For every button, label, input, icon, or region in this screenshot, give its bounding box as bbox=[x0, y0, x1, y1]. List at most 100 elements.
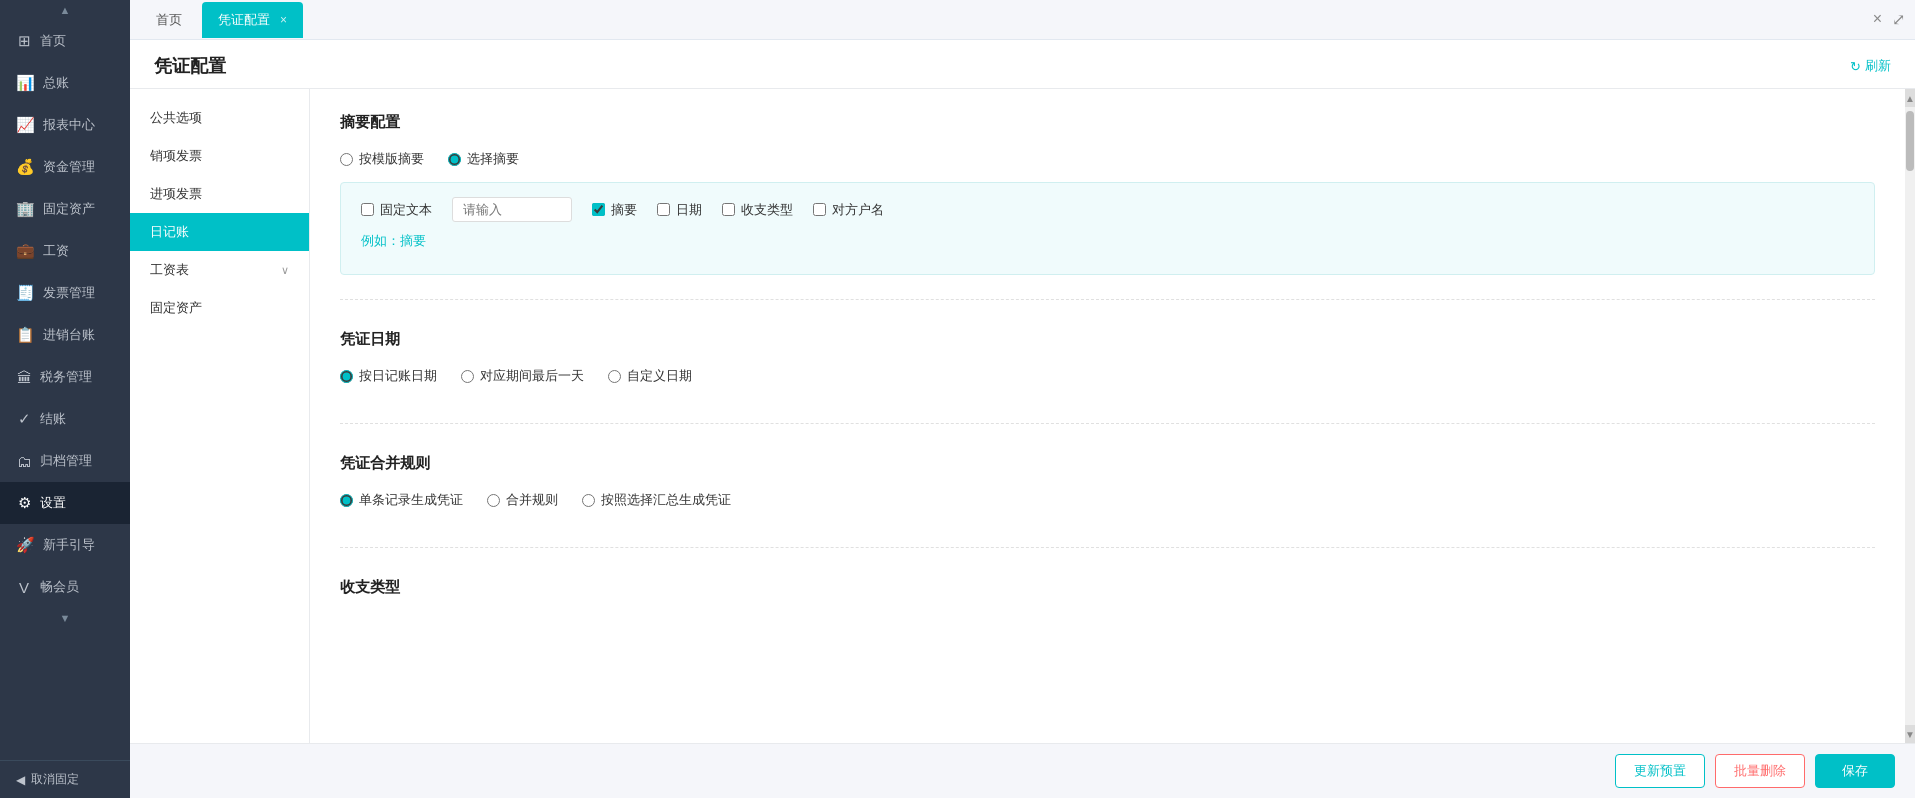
checkbox-date-input[interactable] bbox=[657, 203, 670, 216]
date-radio-custom[interactable]: 自定义日期 bbox=[608, 367, 692, 385]
sidebar-item-tax[interactable]: 🏛 税务管理 bbox=[0, 356, 130, 398]
section-income-expense: 收支类型 bbox=[340, 578, 1875, 639]
sidebar-item-purchase[interactable]: 📋 进销台账 bbox=[0, 314, 130, 356]
summary-radio-template-input[interactable] bbox=[340, 153, 353, 166]
sidebar-item-assets[interactable]: 🏢 固定资产 bbox=[0, 188, 130, 230]
merge-radio-single[interactable]: 单条记录生成凭证 bbox=[340, 491, 463, 509]
scroll-up-button[interactable]: ▲ bbox=[1905, 89, 1915, 107]
left-nav-journal-label: 日记账 bbox=[150, 223, 189, 241]
checkbox-fixed-text[interactable]: 固定文本 bbox=[361, 201, 432, 219]
purchase-icon: 📋 bbox=[16, 326, 35, 344]
sidebar-item-vip[interactable]: V 畅会员 bbox=[0, 566, 130, 608]
tab-voucher-config[interactable]: 凭证配置 × bbox=[202, 2, 303, 38]
date-radio-last-day[interactable]: 对应期间最后一天 bbox=[461, 367, 584, 385]
left-nav-purchase-invoice[interactable]: 进项发票 bbox=[130, 175, 309, 213]
merge-radio-merge-label: 合并规则 bbox=[506, 491, 558, 509]
tab-home-label: 首页 bbox=[156, 11, 182, 29]
sidebar-item-close-account[interactable]: ✓ 结账 bbox=[0, 398, 130, 440]
left-nav-journal[interactable]: 日记账 bbox=[130, 213, 309, 251]
date-radio-journal-label: 按日记账日期 bbox=[359, 367, 437, 385]
date-radio-last-day-input[interactable] bbox=[461, 370, 474, 383]
section-merge-title: 凭证合并规则 bbox=[340, 454, 1875, 473]
assets-icon: 🏢 bbox=[16, 200, 35, 218]
batch-delete-button[interactable]: 批量删除 bbox=[1715, 754, 1805, 788]
checkbox-counterpart-input[interactable] bbox=[813, 203, 826, 216]
archive-icon: 🗂 bbox=[16, 453, 32, 470]
sidebar-label-guide: 新手引导 bbox=[43, 536, 95, 554]
sidebar-item-payroll[interactable]: 💼 工资 bbox=[0, 230, 130, 272]
section-merge: 凭证合并规则 单条记录生成凭证 合并规则 按照选择汇总生成凭证 bbox=[340, 454, 1875, 548]
sidebar-item-reports[interactable]: 📈 报表中心 bbox=[0, 104, 130, 146]
merge-radio-merge-input[interactable] bbox=[487, 494, 500, 507]
merge-radio-summary-label: 按照选择汇总生成凭证 bbox=[601, 491, 731, 509]
sidebar-unpin-button[interactable]: ◀ 取消固定 bbox=[0, 760, 130, 798]
sidebar-label-close-account: 结账 bbox=[40, 410, 66, 428]
scroll-thumb[interactable] bbox=[1906, 111, 1914, 171]
summary-radio-group: 按模版摘要 选择摘要 bbox=[340, 150, 1875, 168]
sidebar-label-tax: 税务管理 bbox=[40, 368, 92, 386]
maximize-window-icon[interactable]: ⤢ bbox=[1892, 10, 1905, 29]
sidebar-item-ledger[interactable]: 📊 总账 bbox=[0, 62, 130, 104]
tab-close-icon[interactable]: × bbox=[280, 13, 287, 27]
sidebar-item-home[interactable]: ⊞ 首页 bbox=[0, 20, 130, 62]
update-preview-button[interactable]: 更新预置 bbox=[1615, 754, 1705, 788]
date-radio-journal[interactable]: 按日记账日期 bbox=[340, 367, 437, 385]
checkbox-summary[interactable]: 摘要 bbox=[592, 201, 637, 219]
sidebar-item-settings[interactable]: ⚙ 设置 bbox=[0, 482, 130, 524]
merge-radio-summary[interactable]: 按照选择汇总生成凭证 bbox=[582, 491, 731, 509]
summary-radio-select-label: 选择摘要 bbox=[467, 150, 519, 168]
example-value: 摘要 bbox=[400, 233, 426, 248]
checkbox-summary-input[interactable] bbox=[592, 203, 605, 216]
checkbox-income-type-input[interactable] bbox=[722, 203, 735, 216]
scroll-down-button[interactable]: ▼ bbox=[1905, 725, 1915, 743]
date-radio-custom-label: 自定义日期 bbox=[627, 367, 692, 385]
date-radio-journal-input[interactable] bbox=[340, 370, 353, 383]
left-nav-sales-invoice[interactable]: 销项发票 bbox=[130, 137, 309, 175]
page-header: 凭证配置 ↻ 刷新 bbox=[130, 40, 1915, 89]
summary-radio-template[interactable]: 按模版摘要 bbox=[340, 150, 424, 168]
left-nav-public[interactable]: 公共选项 bbox=[130, 99, 309, 137]
section-summary-title: 摘要配置 bbox=[340, 113, 1875, 132]
section-date-title: 凭证日期 bbox=[340, 330, 1875, 349]
content-area: 公共选项 销项发票 进项发票 日记账 工资表 ∨ 固定资产 摘要配置 bbox=[130, 89, 1915, 743]
fixed-text-input[interactable] bbox=[452, 197, 572, 222]
checkbox-fixed-text-input[interactable] bbox=[361, 203, 374, 216]
sidebar-label-vip: 畅会员 bbox=[40, 578, 79, 596]
summary-radio-select-input[interactable] bbox=[448, 153, 461, 166]
merge-radio-group: 单条记录生成凭证 合并规则 按照选择汇总生成凭证 bbox=[340, 491, 1875, 509]
date-radio-custom-input[interactable] bbox=[608, 370, 621, 383]
chevron-down-icon: ∨ bbox=[281, 264, 289, 277]
unpin-icon: ◀ bbox=[16, 773, 25, 787]
left-nav-payroll-table[interactable]: 工资表 ∨ bbox=[130, 251, 309, 289]
checkbox-date[interactable]: 日期 bbox=[657, 201, 702, 219]
checkbox-income-type[interactable]: 收支类型 bbox=[722, 201, 793, 219]
left-nav-public-label: 公共选项 bbox=[150, 109, 202, 127]
sidebar-scroll-down[interactable]: ▼ bbox=[0, 608, 130, 628]
sidebar-item-invoice[interactable]: 🧾 发票管理 bbox=[0, 272, 130, 314]
ledger-icon: 📊 bbox=[16, 74, 35, 92]
sidebar-item-funds[interactable]: 💰 资金管理 bbox=[0, 146, 130, 188]
checkbox-counterpart[interactable]: 对方户名 bbox=[813, 201, 884, 219]
checkbox-counterpart-label: 对方户名 bbox=[832, 201, 884, 219]
sidebar-label-purchase: 进销台账 bbox=[43, 326, 95, 344]
outer-scrollbar[interactable]: ▲ ▼ bbox=[1905, 89, 1915, 743]
window-controls: × ⤢ bbox=[1873, 10, 1905, 29]
sidebar-scroll-up[interactable]: ▲ bbox=[0, 0, 130, 20]
save-button[interactable]: 保存 bbox=[1815, 754, 1895, 788]
merge-radio-merge[interactable]: 合并规则 bbox=[487, 491, 558, 509]
sidebar-label-settings: 设置 bbox=[40, 494, 66, 512]
summary-radio-select[interactable]: 选择摘要 bbox=[448, 150, 519, 168]
left-nav-fixed-assets[interactable]: 固定资产 bbox=[130, 289, 309, 327]
checkbox-fixed-text-label: 固定文本 bbox=[380, 201, 432, 219]
merge-radio-summary-input[interactable] bbox=[582, 494, 595, 507]
close-window-icon[interactable]: × bbox=[1873, 10, 1882, 29]
home-icon: ⊞ bbox=[16, 32, 32, 50]
sidebar-item-guide[interactable]: 🚀 新手引导 bbox=[0, 524, 130, 566]
sidebar-item-archive[interactable]: 🗂 归档管理 bbox=[0, 440, 130, 482]
funds-icon: 💰 bbox=[16, 158, 35, 176]
sidebar-label-assets: 固定资产 bbox=[43, 200, 95, 218]
refresh-button[interactable]: ↻ 刷新 bbox=[1850, 57, 1891, 75]
tab-home[interactable]: 首页 bbox=[140, 2, 198, 38]
merge-radio-single-input[interactable] bbox=[340, 494, 353, 507]
section-income-expense-title: 收支类型 bbox=[340, 578, 1875, 597]
